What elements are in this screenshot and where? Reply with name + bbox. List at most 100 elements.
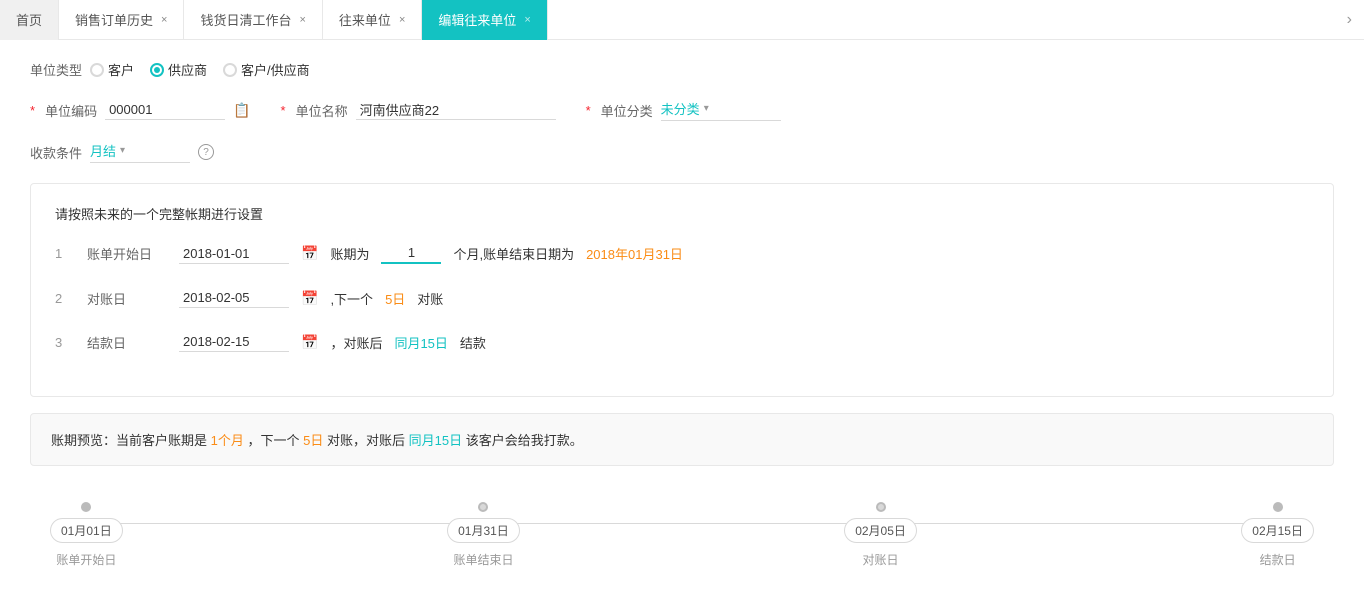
settlement-date-input[interactable] [179, 332, 289, 352]
unit-name-label: 单位名称 [296, 101, 348, 120]
radio-supplier[interactable]: 供应商 [150, 60, 207, 79]
unit-info-row: * 单位编码 📋 * 单位名称 * 单位分类 未分类 ▾ [30, 99, 1334, 121]
unit-category-select[interactable]: 未分类 ▾ [661, 99, 781, 121]
tab-cash-ledger-label: 钱货日清工作台 [200, 10, 291, 29]
reconciliation-date-input[interactable] [179, 288, 289, 308]
radio-customer-supplier[interactable]: 客户/供应商 [223, 60, 310, 79]
timeline-dot-1 [81, 502, 91, 512]
timeline: 01月01日 账单开始日 01月31日 账单结束日 02月05日 对账日 02月… [30, 486, 1334, 584]
tab-edit-counterparty-close[interactable]: × [524, 14, 530, 26]
row2-suffix: 对账 [417, 289, 443, 308]
timeline-point-2: 01月31日 账单结束日 [447, 502, 520, 568]
tab-counterparty-label: 往来单位 [339, 10, 391, 29]
reconciliation-row: 2 对账日 📅 ,下一个 5日 对账 [55, 288, 1309, 308]
radio-customer-supplier-circle [223, 63, 237, 77]
account-start-row: 1 账单开始日 📅 账期为 个月,账单结束日期为 2018年01月31日 [55, 243, 1309, 264]
unit-code-copy-icon[interactable]: 📋 [233, 102, 250, 119]
tab-counterparty-close[interactable]: × [399, 14, 405, 26]
timeline-point-1: 01月01日 账单开始日 [50, 502, 123, 568]
settlement-calendar-icon[interactable]: 📅 [301, 334, 318, 351]
unit-type-label: 单位类型 [30, 60, 82, 79]
row2-prefix: ,下一个 [330, 289, 373, 308]
billing-cycle-section: 请按照未来的一个完整帐期进行设置 1 账单开始日 📅 账期为 个月,账单结束日期… [30, 183, 1334, 397]
preview-sep2: 对账，对账后 [327, 433, 405, 448]
tab-cash-ledger[interactable]: 钱货日清工作台 × [184, 0, 322, 40]
tab-edit-counterparty-label: 编辑往来单位 [438, 10, 516, 29]
unit-code-label: 单位编码 [45, 101, 97, 120]
row3-prefix: ，对账后 [330, 333, 382, 352]
timeline-dot-4 [1273, 502, 1283, 512]
radio-customer-circle [90, 63, 104, 77]
account-start-date-input[interactable] [179, 244, 289, 264]
timeline-badge-2: 01月31日 [447, 518, 520, 543]
main-content: 单位类型 客户 供应商 客户/供应商 * 单位编码 [0, 40, 1364, 608]
timeline-badge-1: 01月01日 [50, 518, 123, 543]
timeline-badge-4: 02月15日 [1241, 518, 1314, 543]
radio-customer-label: 客户 [108, 60, 134, 79]
tab-home-label: 首页 [16, 10, 42, 29]
unit-type-row: 单位类型 客户 供应商 客户/供应商 [30, 60, 1334, 79]
timeline-point-4: 02月15日 结款日 [1241, 502, 1314, 568]
row2-num: 2 [55, 291, 75, 306]
radio-customer[interactable]: 客户 [90, 60, 134, 79]
timeline-label-4: 结款日 [1260, 551, 1296, 568]
tab-cash-ledger-close[interactable]: × [299, 14, 305, 26]
payment-terms-help-icon[interactable]: ? [198, 144, 214, 160]
row3-label: 结款日 [87, 333, 167, 352]
timeline-label-2: 账单结束日 [453, 551, 513, 568]
reconciliation-calendar-icon[interactable]: 📅 [301, 290, 318, 307]
timeline-items: 01月01日 账单开始日 01月31日 账单结束日 02月05日 对账日 02月… [50, 502, 1314, 568]
preview-suffix: 该客户会给我打款。 [466, 433, 583, 448]
tab-more-button[interactable]: › [1335, 11, 1364, 29]
tab-counterparty[interactable]: 往来单位 × [323, 0, 422, 40]
timeline-dot-2 [478, 502, 488, 512]
section-title: 请按照未来的一个完整帐期进行设置 [55, 204, 1309, 223]
settlement-row: 3 结款日 📅 ，对账后 同月15日 结款 [55, 332, 1309, 352]
unit-category-star: * [586, 103, 591, 118]
preview-day: 5日 [303, 433, 323, 448]
unit-category-chevron: ▾ [704, 103, 709, 114]
preview-settlement: 同月15日 [409, 433, 462, 448]
tab-edit-counterparty[interactable]: 编辑往来单位 × [422, 0, 547, 40]
preview-label: 账期预览：当前客户账期是 [51, 433, 207, 448]
tab-sales-history-label: 销售订单历史 [75, 10, 153, 29]
unit-name-star: * [281, 103, 286, 118]
payment-terms-label: 收款条件 [30, 143, 82, 162]
row1-end-date: 2018年01月31日 [586, 244, 683, 263]
unit-category-field: * 单位分类 未分类 ▾ [586, 99, 781, 121]
unit-type-radio-group: 客户 供应商 客户/供应商 [90, 60, 310, 79]
preview-sep1: ，下一个 [248, 433, 300, 448]
payment-terms-chevron: ▾ [120, 145, 125, 156]
row1-label: 账单开始日 [87, 244, 167, 263]
account-start-calendar-icon[interactable]: 📅 [301, 245, 318, 262]
period-input[interactable] [381, 243, 441, 264]
unit-code-field: * 单位编码 📋 [30, 100, 251, 120]
preview-period: 1个月 [211, 433, 244, 448]
row1-suffix: 个月,账单结束日期为 [453, 244, 574, 263]
row3-suffix: 结款 [460, 333, 486, 352]
unit-name-input[interactable] [356, 100, 556, 120]
row3-num: 3 [55, 335, 75, 350]
unit-category-label: 单位分类 [601, 101, 653, 120]
payment-terms-value: 月结 [90, 141, 116, 160]
row2-day-highlight: 5日 [385, 289, 405, 308]
timeline-badge-3: 02月05日 [844, 518, 917, 543]
row3-day-highlight: 同月15日 [394, 333, 447, 352]
row1-prefix: 账期为 [330, 244, 369, 263]
timeline-point-3: 02月05日 对账日 [844, 502, 917, 568]
tab-bar: 首页 销售订单历史 × 钱货日清工作台 × 往来单位 × 编辑往来单位 × › [0, 0, 1364, 40]
preview-box: 账期预览：当前客户账期是 1个月 ，下一个 5日 对账，对账后 同月15日 该客… [30, 413, 1334, 466]
tab-home[interactable]: 首页 [0, 0, 59, 40]
tab-sales-history[interactable]: 销售订单历史 × [59, 0, 184, 40]
timeline-dot-3 [876, 502, 886, 512]
row1-num: 1 [55, 246, 75, 261]
row2-label: 对账日 [87, 289, 167, 308]
payment-terms-select[interactable]: 月结 ▾ [90, 141, 190, 163]
unit-category-value: 未分类 [661, 99, 700, 118]
radio-supplier-label: 供应商 [168, 60, 207, 79]
timeline-label-3: 对账日 [863, 551, 899, 568]
tab-sales-history-close[interactable]: × [161, 14, 167, 26]
unit-code-star: * [30, 103, 35, 118]
unit-type-field: 单位类型 客户 供应商 客户/供应商 [30, 60, 310, 79]
unit-code-input[interactable] [105, 100, 225, 120]
